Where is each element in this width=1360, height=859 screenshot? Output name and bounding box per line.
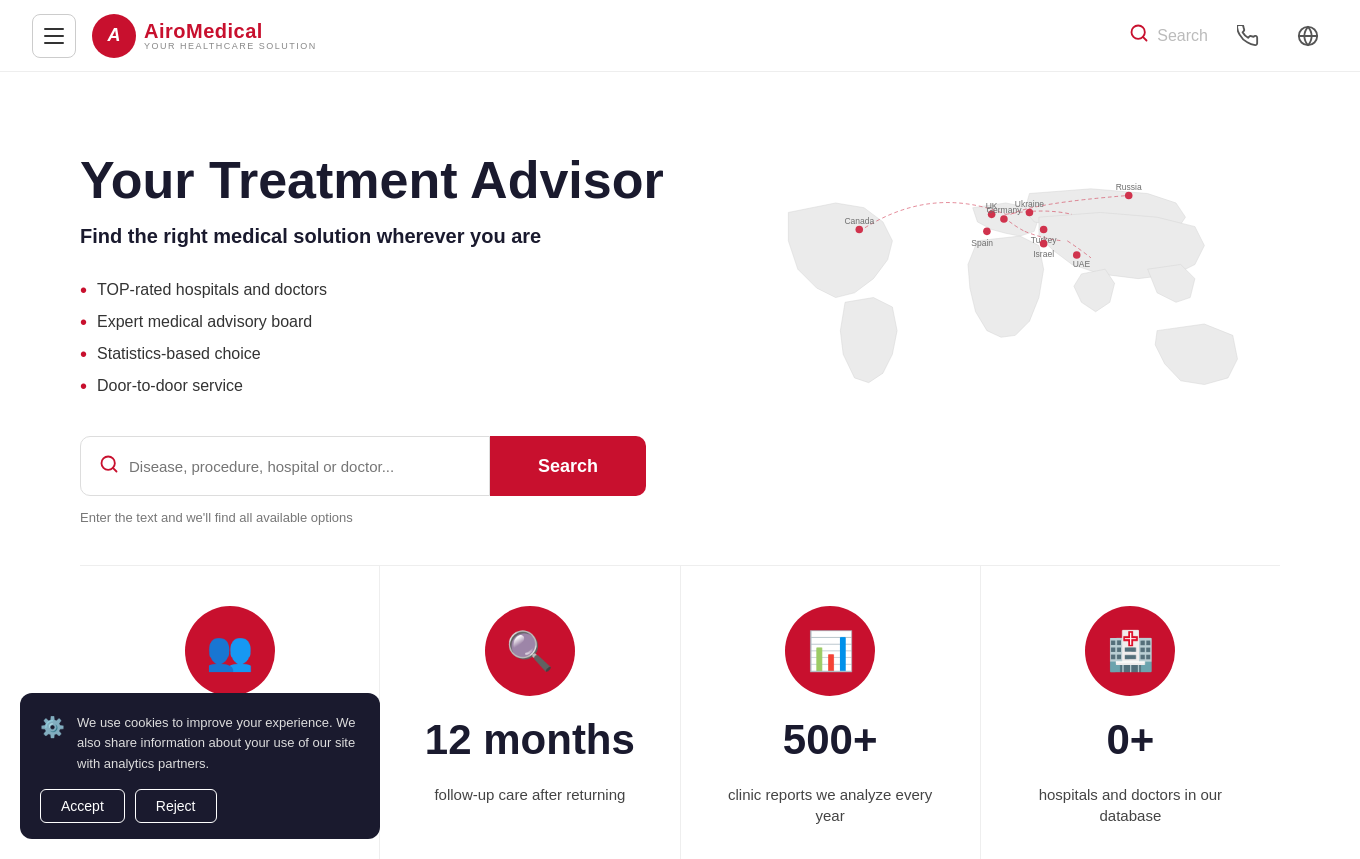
search-button[interactable]: Search xyxy=(490,436,646,496)
stat-icon-search: 🔍 xyxy=(485,606,575,696)
svg-point-16 xyxy=(983,228,991,236)
svg-text:Germany: Germany xyxy=(986,205,1022,215)
hero-subtitle: Find the right medical solution wherever… xyxy=(80,225,720,248)
stat-number-3: 500+ xyxy=(783,716,878,764)
main-search-input[interactable] xyxy=(129,458,471,475)
cookie-header: ⚙️ We use cookies to improve your experi… xyxy=(40,713,360,775)
cookie-gear-icon: ⚙️ xyxy=(40,715,65,739)
globe-icon[interactable] xyxy=(1288,16,1328,56)
hero-left: Your Treatment Advisor Find the right me… xyxy=(80,132,720,525)
cookie-banner: ⚙️ We use cookies to improve your experi… xyxy=(20,693,380,839)
stat-icon-hospital: 🏥 xyxy=(1085,606,1175,696)
stat-card-4: 🏥 0+ hospitals and doctors in our databa… xyxy=(981,566,1280,859)
cookie-accept-button[interactable]: Accept xyxy=(40,789,125,823)
svg-point-6 xyxy=(855,226,863,234)
svg-point-12 xyxy=(1125,192,1133,200)
hero-right: Canada UK Ukraine Russia Germany Spain xyxy=(760,132,1280,482)
bullet-3: Statistics-based choice xyxy=(80,344,720,364)
cookie-text: We use cookies to improve your experienc… xyxy=(77,713,360,775)
hero-bullets: TOP-rated hospitals and doctors Expert m… xyxy=(80,280,720,396)
hero-title: Your Treatment Advisor xyxy=(80,152,720,209)
bullet-2: Expert medical advisory board xyxy=(80,312,720,332)
stat-card-2: 🔍 12 months follow-up care after returni… xyxy=(380,566,680,859)
nav-search-label: Search xyxy=(1157,27,1208,45)
svg-line-5 xyxy=(113,468,117,472)
logo-link[interactable]: A AiroMedical YOUR HEALTHCARE SOLUTION xyxy=(92,14,317,58)
stat-label-2: follow-up care after returning xyxy=(434,784,625,805)
nav-right: Search xyxy=(1129,16,1328,56)
svg-text:Spain: Spain xyxy=(971,238,993,248)
cookie-buttons: Accept Reject xyxy=(40,789,360,823)
search-box-icon xyxy=(99,454,119,479)
svg-point-20 xyxy=(1040,240,1048,248)
bullet-4: Door-to-door service xyxy=(80,376,720,396)
nav-search-area[interactable]: Search xyxy=(1129,23,1208,48)
logo-icon: A xyxy=(92,14,136,58)
nav-left: A AiroMedical YOUR HEALTHCARE SOLUTION xyxy=(32,14,317,58)
search-hint: Enter the text and we'll find all availa… xyxy=(80,510,720,525)
svg-point-10 xyxy=(1026,209,1034,217)
svg-text:Israel: Israel xyxy=(1033,249,1054,259)
svg-point-22 xyxy=(1073,251,1081,259)
search-box xyxy=(80,436,490,496)
logo-text: AiroMedical YOUR HEALTHCARE SOLUTION xyxy=(144,20,317,52)
svg-text:Canada: Canada xyxy=(844,216,874,226)
svg-text:UAE: UAE xyxy=(1073,259,1091,269)
cookie-reject-button[interactable]: Reject xyxy=(135,789,217,823)
hero-section: Your Treatment Advisor Find the right me… xyxy=(80,132,1280,525)
world-map: Canada UK Ukraine Russia Germany Spain xyxy=(760,132,1280,482)
stat-icon-chart: 📊 xyxy=(785,606,875,696)
svg-point-14 xyxy=(1000,215,1008,223)
stat-icon-people: 👥 xyxy=(185,606,275,696)
navbar: A AiroMedical YOUR HEALTHCARE SOLUTION S… xyxy=(0,0,1360,72)
stat-label-3: clinic reports we analyze every year xyxy=(713,784,948,826)
stat-number-4: 0+ xyxy=(1106,716,1154,764)
nav-search-icon xyxy=(1129,23,1149,48)
stat-card-3: 📊 500+ clinic reports we analyze every y… xyxy=(681,566,981,859)
search-row: Search xyxy=(80,436,720,496)
stat-number-2: 12 months xyxy=(425,716,635,764)
svg-line-1 xyxy=(1143,37,1147,41)
svg-text:Russia: Russia xyxy=(1116,182,1142,192)
phone-icon[interactable] xyxy=(1228,16,1268,56)
bullet-1: TOP-rated hospitals and doctors xyxy=(80,280,720,300)
stat-label-4: hospitals and doctors in our database xyxy=(1013,784,1248,826)
svg-point-18 xyxy=(1040,226,1048,234)
hamburger-button[interactable] xyxy=(32,14,76,58)
